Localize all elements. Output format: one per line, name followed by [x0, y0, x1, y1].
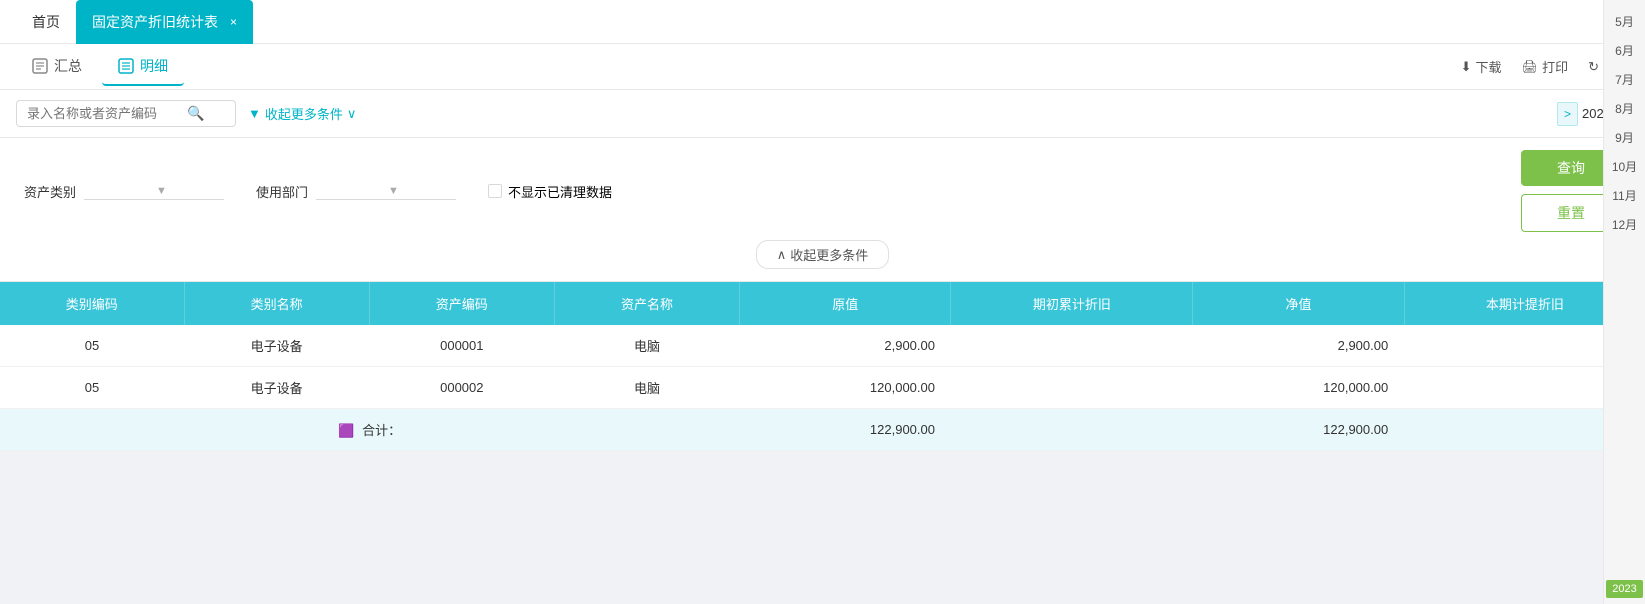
more-conditions-button[interactable]: ▼ 收起更多条件 ∨ — [248, 104, 356, 123]
more-conditions-label: 收起更多条件 — [265, 104, 343, 123]
cell-category-code: 05 — [0, 325, 184, 367]
hide-cleared-checkbox[interactable] — [488, 184, 502, 198]
cell-original-value: 2,900.00 — [740, 325, 951, 367]
collapse-label: 收起更多条件 — [790, 245, 868, 264]
right-panel: 5月 6月 7月 8月 9月 10月 11月 12月 2023 — [1603, 0, 1645, 604]
collapse-button[interactable]: ∧ 收起更多条件 — [756, 240, 890, 269]
total-label: 合计： — [362, 423, 401, 438]
month-7[interactable]: 7月 — [1604, 66, 1645, 93]
cell-category-code-2: 05 — [0, 367, 184, 409]
sub-tabs-bar: 汇总 明细 ⬇ 下载 🖨 打印 ↻ 刷新 — [0, 44, 1645, 90]
asset-category-filter: 资产类别 ▼ — [24, 182, 224, 201]
month-12[interactable]: 12月 — [1604, 211, 1645, 238]
data-table-wrap: 类别编码 类别名称 资产编码 资产名称 原值 期初累计折旧 净值 本期计提折旧 … — [0, 282, 1645, 451]
hide-cleared-label: 不显示已清理数据 — [508, 182, 612, 201]
cell-accumulated-depreciation — [951, 325, 1193, 367]
table-row: 05 电子设备 000001 电脑 2,900.00 2,900.00 — [0, 325, 1645, 367]
cell-asset-name: 电脑 — [554, 325, 739, 367]
month-11[interactable]: 11月 — [1604, 182, 1645, 209]
col-asset-name: 资产名称 — [554, 282, 739, 325]
col-category-name: 类别名称 — [184, 282, 369, 325]
cell-asset-name-2: 电脑 — [554, 367, 739, 409]
table-row: 05 电子设备 000002 电脑 120,000.00 120,000.00 — [0, 367, 1645, 409]
active-tab[interactable]: 固定资产折旧统计表 × — [76, 0, 253, 44]
search-input[interactable] — [27, 106, 187, 121]
total-label-cell: 🟪 合计： — [0, 409, 740, 451]
filter-row: 资产类别 ▼ 使用部门 ▼ 不显示已清理数据 查询 重置 — [24, 150, 1621, 232]
total-original-value: 122,900.00 — [740, 409, 951, 451]
month-10[interactable]: 10月 — [1604, 153, 1645, 180]
use-department-select[interactable]: ▼ — [316, 183, 456, 200]
nav-home[interactable]: 首页 — [16, 12, 76, 32]
collapse-bar: ∧ 收起更多条件 — [24, 232, 1621, 273]
col-asset-code: 资产编码 — [369, 282, 554, 325]
cell-asset-code: 000001 — [369, 325, 554, 367]
total-row: 🟪 合计： 122,900.00 122,900.00 — [0, 409, 1645, 451]
total-icon: 🟪 — [338, 423, 354, 438]
detail-icon — [118, 58, 134, 74]
tab-title: 固定资产折旧统计表 — [92, 12, 218, 32]
data-table: 类别编码 类别名称 资产编码 资产名称 原值 期初累计折旧 净值 本期计提折旧 … — [0, 282, 1645, 451]
print-button[interactable]: 🖨 打印 — [1522, 57, 1569, 76]
tab-summary[interactable]: 汇总 — [16, 48, 98, 86]
asset-category-arrow: ▼ — [156, 185, 220, 197]
search-icon[interactable]: 🔍 — [187, 105, 204, 122]
month-9[interactable]: 9月 — [1604, 124, 1645, 151]
use-department-arrow: ▼ — [388, 185, 452, 197]
total-accumulated-depreciation — [951, 409, 1193, 451]
use-department-filter: 使用部门 ▼ — [256, 182, 456, 201]
total-net-value: 122,900.00 — [1193, 409, 1404, 451]
chevron-down-icon: ∨ — [347, 106, 357, 122]
search-input-wrap[interactable]: 🔍 — [16, 100, 236, 127]
cell-net-value: 2,900.00 — [1193, 325, 1404, 367]
month-8[interactable]: 8月 — [1604, 95, 1645, 122]
cell-category-name: 电子设备 — [184, 325, 369, 367]
tab-detail[interactable]: 明细 — [102, 48, 184, 86]
asset-category-label: 资产类别 — [24, 182, 76, 201]
col-net-value: 净值 — [1193, 282, 1404, 325]
filter-section: 资产类别 ▼ 使用部门 ▼ 不显示已清理数据 查询 重置 ∧ 收起更多条件 — [0, 138, 1645, 282]
month-5[interactable]: 5月 — [1604, 8, 1645, 35]
hide-cleared-checkbox-wrap[interactable]: 不显示已清理数据 — [488, 182, 612, 201]
col-original-value: 原值 — [740, 282, 951, 325]
download-icon: ⬇ — [1461, 59, 1472, 75]
cell-accumulated-depreciation-2 — [951, 367, 1193, 409]
col-category-code: 类别编码 — [0, 282, 184, 325]
table-body: 05 电子设备 000001 电脑 2,900.00 2,900.00 05 电… — [0, 325, 1645, 451]
download-button[interactable]: ⬇ 下载 — [1461, 57, 1502, 76]
panel-arrow-button[interactable]: > — [1557, 102, 1578, 126]
sub-tabs-left: 汇总 明细 — [16, 48, 184, 86]
use-department-label: 使用部门 — [256, 182, 308, 201]
collapse-icon: ∧ — [777, 247, 787, 263]
col-accumulated-depreciation: 期初累计折旧 — [951, 282, 1193, 325]
search-bar: 🔍 ▼ 收起更多条件 ∨ > 2023.01 — [0, 90, 1645, 138]
tab-summary-label: 汇总 — [54, 56, 82, 76]
table-header: 类别编码 类别名称 资产编码 资产名称 原值 期初累计折旧 净值 本期计提折旧 — [0, 282, 1645, 325]
year-badge[interactable]: 2023 — [1606, 580, 1642, 598]
cell-asset-code-2: 000002 — [369, 367, 554, 409]
tab-close-icon[interactable]: × — [230, 15, 237, 29]
filter-icon: ▼ — [248, 106, 261, 121]
month-6[interactable]: 6月 — [1604, 37, 1645, 64]
refresh-icon: ↻ — [1588, 59, 1599, 75]
print-label: 打印 — [1542, 57, 1568, 76]
print-icon: 🖨 — [1522, 59, 1539, 75]
tab-detail-label: 明细 — [140, 56, 168, 76]
download-label: 下载 — [1476, 57, 1502, 76]
cell-category-name-2: 电子设备 — [184, 367, 369, 409]
cell-net-value-2: 120,000.00 — [1193, 367, 1404, 409]
asset-category-select[interactable]: ▼ — [84, 183, 224, 200]
cell-original-value-2: 120,000.00 — [740, 367, 951, 409]
top-nav: 首页 固定资产折旧统计表 × × — [0, 0, 1645, 44]
summary-icon — [32, 58, 48, 74]
